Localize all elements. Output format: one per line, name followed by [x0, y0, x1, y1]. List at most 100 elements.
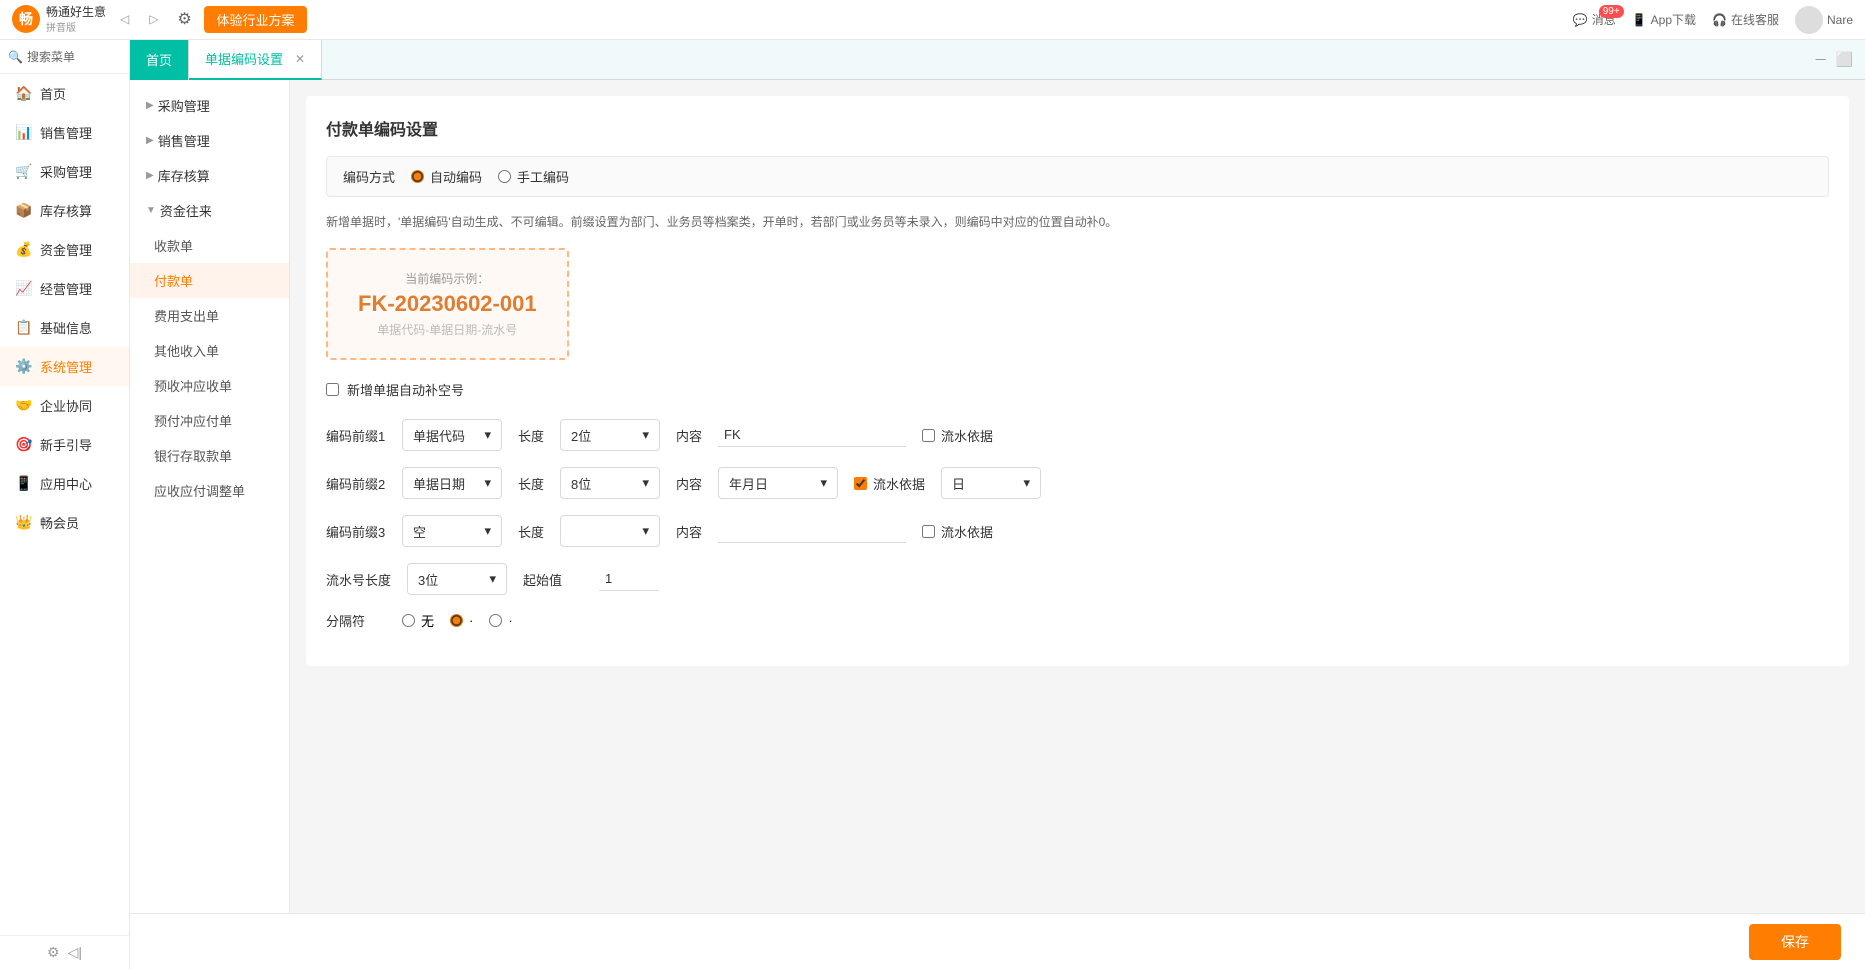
sales-icon: 📊 [16, 125, 32, 141]
nav-forward-icon[interactable]: ▷ [143, 10, 164, 28]
manual-encode-option[interactable]: 手工编码 [498, 167, 569, 186]
content-2-label: 内容 [676, 474, 702, 493]
sidebar-search-label: 搜索菜单 [27, 48, 75, 65]
length-3-select[interactable]: ▾ [560, 515, 660, 547]
logo-sub: 拼音版 [46, 19, 106, 34]
member-icon: 👑 [16, 515, 32, 531]
auto-fill-checkbox[interactable] [326, 383, 339, 396]
prefix-2-value: 单据日期 [413, 474, 465, 493]
message-action[interactable]: 💬 消息 99+ [1573, 11, 1616, 28]
length-1-select[interactable]: 2位 ▾ [560, 419, 660, 451]
prefix-1-select[interactable]: 单据代码 ▾ [402, 419, 502, 451]
sub-menu-item-prepay-receivable[interactable]: 预收冲应收单 [130, 368, 289, 403]
sub-menu-item-other-income[interactable]: 其他收入单 [130, 333, 289, 368]
sub-menu-item-payment[interactable]: 付款单 [130, 263, 289, 298]
sub-menu-item-prepay-payable[interactable]: 预付冲应付单 [130, 403, 289, 438]
collapse-icon[interactable]: ◁| [68, 944, 82, 961]
tab-encoding-settings[interactable]: 单据编码设置 ✕ [189, 40, 322, 80]
save-button[interactable]: 保存 [1749, 924, 1841, 960]
separator-label: 分隔符 [326, 611, 386, 630]
depend-unit-select[interactable]: 日 ▾ [941, 467, 1041, 499]
auto-encode-radio[interactable] [411, 170, 424, 183]
sidebar-item-purchase[interactable]: 🛒 采购管理 [0, 152, 129, 191]
tab-maximize-icon[interactable]: ⬜ [1836, 51, 1853, 68]
flow-depend-2-label: 流水依据 [873, 474, 925, 493]
start-value-label: 起始值 [523, 570, 583, 589]
length-3-label: 长度 [518, 522, 544, 541]
apps-icon: 📱 [16, 476, 32, 492]
experience-button[interactable]: 体验行业方案 [204, 6, 306, 33]
manual-encode-radio[interactable] [498, 170, 511, 183]
top-bar-left: 畅 畅通好生意 拼音版 ◁ ▷ ⚙ 体验行业方案 [12, 5, 307, 34]
tab-encoding-label: 单据编码设置 [205, 49, 283, 68]
tab-minimize-icon[interactable]: － [1814, 50, 1828, 70]
app-logo: 畅 畅通好生意 拼音版 [12, 5, 106, 34]
flow-depend-3-label: 流水依据 [941, 522, 993, 541]
sidebar-item-apps[interactable]: 📱 应用中心 [0, 464, 129, 503]
sub-menu-group-inventory-title[interactable]: ▶ 库存核算 [130, 158, 289, 193]
flow-depend-2[interactable]: 流水依据 [854, 474, 925, 493]
length-2-select[interactable]: 8位 ▾ [560, 467, 660, 499]
sub-menu-item-adjustment[interactable]: 应收应付调整单 [130, 473, 289, 508]
sub-menu-item-receipt[interactable]: 收款单 [130, 228, 289, 263]
sidebar-item-inventory[interactable]: 📦 库存核算 [0, 191, 129, 230]
purchase-icon: 🛒 [16, 164, 32, 180]
sep-dot-radio[interactable] [450, 614, 463, 627]
sidebar-search[interactable]: 🔍 搜索菜单 [0, 40, 129, 74]
sep-dot-option[interactable]: · [450, 613, 473, 628]
flow-depend-3[interactable]: 流水依据 [922, 522, 993, 541]
content-2-select[interactable]: 年月日 ▾ [718, 467, 838, 499]
start-value-input[interactable] [599, 567, 659, 591]
sidebar-item-basic[interactable]: 📋 基础信息 [0, 308, 129, 347]
sub-menu-group-purchase-title[interactable]: ▶ 采购管理 [130, 88, 289, 123]
logo-text-group: 畅通好生意 拼音版 [46, 5, 106, 34]
sub-menu-group-sales-title[interactable]: ▶ 销售管理 [130, 123, 289, 158]
nav-back-icon[interactable]: ◁ [114, 10, 135, 28]
prefix-row-3: 编码前缀3 空 ▾ 长度 ▾ 内容 [326, 515, 1829, 547]
online-service-label: 在线客服 [1731, 11, 1779, 28]
prefix-3-select[interactable]: 空 ▾ [402, 515, 502, 547]
prefix-1-value: 单据代码 [413, 426, 465, 445]
sidebar-item-guide[interactable]: 🎯 新手引导 [0, 425, 129, 464]
sidebar-item-finance[interactable]: 💰 资金管理 [0, 230, 129, 269]
sidebar-item-label: 企业协同 [40, 396, 92, 415]
preview-label: 当前编码示例： [358, 270, 537, 287]
tab-close-icon[interactable]: ✕ [295, 52, 305, 66]
serial-length-select[interactable]: 3位 ▾ [407, 563, 507, 595]
sub-menu-group-finance-title[interactable]: ▼ 资金往来 [130, 193, 289, 228]
flow-depend-3-checkbox[interactable] [922, 525, 935, 538]
sidebar-item-label: 资金管理 [40, 240, 92, 259]
tab-home[interactable]: 首页 [130, 40, 189, 80]
sidebar-item-operation[interactable]: 📈 经营管理 [0, 269, 129, 308]
sep-none-radio[interactable] [402, 614, 415, 627]
app-download-action[interactable]: 📱 App下载 [1632, 11, 1696, 28]
sidebar-item-enterprise[interactable]: 🤝 企业协同 [0, 386, 129, 425]
sep-none-option[interactable]: 无 [402, 611, 434, 630]
length-2-value: 8位 [571, 474, 591, 493]
sidebar-item-label: 销售管理 [40, 123, 92, 142]
sidebar-item-sales[interactable]: 📊 销售管理 [0, 113, 129, 152]
avatar [1795, 6, 1823, 34]
flow-depend-1-checkbox[interactable] [922, 429, 935, 442]
flow-depend-2-checkbox[interactable] [854, 477, 867, 490]
sidebar-item-home[interactable]: 🏠 首页 [0, 74, 129, 113]
prefix-2-select[interactable]: 单据日期 ▾ [402, 467, 502, 499]
auto-encode-option[interactable]: 自动编码 [411, 167, 482, 186]
settings-bottom-icon[interactable]: ⚙ [47, 944, 60, 961]
user-info[interactable]: Nare [1795, 6, 1853, 34]
sidebar-item-member[interactable]: 👑 畅会员 [0, 503, 129, 542]
sidebar-item-system[interactable]: ⚙️ 系统管理 [0, 347, 129, 386]
sub-menu-group-sales: ▶ 销售管理 [130, 123, 289, 158]
chevron-down-icon: ▾ [642, 427, 649, 443]
content-3-label: 内容 [676, 522, 702, 541]
group-title-label: 资金往来 [160, 201, 212, 220]
flow-depend-1[interactable]: 流水依据 [922, 426, 993, 445]
settings-icon[interactable]: ⚙ [172, 7, 196, 31]
sub-menu-item-expense[interactable]: 费用支出单 [130, 298, 289, 333]
sep-dot2-radio[interactable] [489, 614, 502, 627]
enterprise-icon: 🤝 [16, 398, 32, 414]
sub-menu-item-bank-deposit[interactable]: 银行存取款单 [130, 438, 289, 473]
sep-dot2-option[interactable]: · [489, 613, 512, 628]
chevron-down-icon: ▾ [642, 475, 649, 491]
online-service-action[interactable]: 🎧 在线客服 [1712, 11, 1779, 28]
